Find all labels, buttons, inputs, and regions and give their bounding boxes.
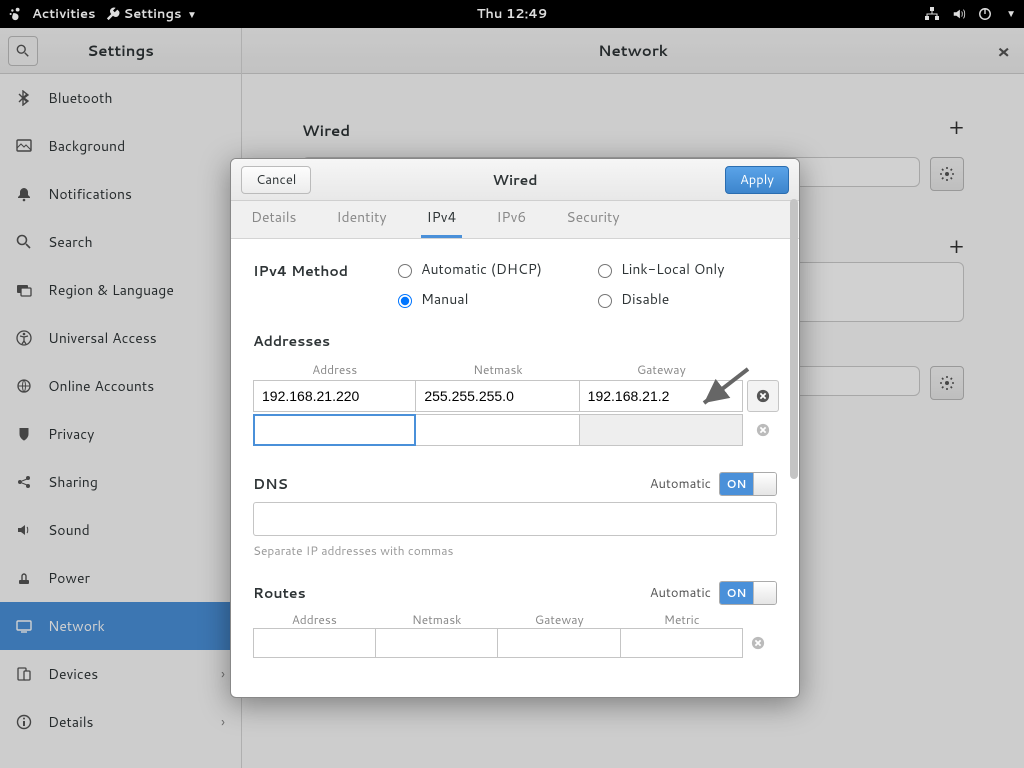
network-status-icon[interactable] <box>924 7 940 21</box>
routes-col-gateway: Gateway <box>498 611 621 628</box>
wired-settings-dialog: Cancel Wired Apply Details Identity IPv4 IP… <box>230 158 800 698</box>
system-menu-caret-icon[interactable]: ▼ <box>1006 7 1016 21</box>
gnome-topbar: Activities Settings ▼ Thu 12:49 ▼ <box>0 0 1024 28</box>
delete-address-button[interactable] <box>747 380 779 412</box>
dialog-scrollbar[interactable] <box>790 199 798 689</box>
netmask-input-empty[interactable] <box>416 414 579 446</box>
routes-automatic-label: Automatic <box>650 584 711 602</box>
apply-button[interactable]: Apply <box>725 166 789 194</box>
tab-identity[interactable]: Identity <box>331 199 393 238</box>
routes-col-metric: Metric <box>621 611 744 628</box>
route-address-input[interactable] <box>253 628 376 658</box>
tab-ipv4[interactable]: IPv4 <box>421 199 463 238</box>
routes-col-netmask: Netmask <box>376 611 499 628</box>
app-menu[interactable]: Settings ▼ <box>124 5 197 23</box>
dns-input[interactable] <box>253 502 777 536</box>
dialog-tabs: Details Identity IPv4 IPv6 Security <box>231 201 799 239</box>
route-gateway-input[interactable] <box>498 628 621 658</box>
radio-disable[interactable]: Disable <box>593 289 773 309</box>
ipv4-method-label: IPv4 Method <box>253 259 393 281</box>
dns-automatic-label: Automatic <box>650 475 711 493</box>
dialog-title: Wired <box>493 170 538 190</box>
routes-automatic-toggle[interactable]: ON <box>719 581 777 605</box>
delete-address-button-disabled <box>747 414 779 446</box>
radio-link-local-only[interactable]: Link-Local Only <box>593 259 773 279</box>
delete-route-button <box>743 628 773 658</box>
address-input-empty[interactable] <box>253 414 416 446</box>
gateway-input[interactable] <box>580 380 743 412</box>
tab-security[interactable]: Security <box>560 199 625 238</box>
gateway-input-empty[interactable] <box>580 414 743 446</box>
col-gateway: Gateway <box>580 361 743 378</box>
col-netmask: Netmask <box>416 361 579 378</box>
clock[interactable]: Thu 12:49 <box>477 5 548 23</box>
gnome-logo-icon <box>8 7 22 21</box>
dns-title: DNS <box>253 474 288 494</box>
route-netmask-input[interactable] <box>376 628 499 658</box>
netmask-input[interactable] <box>416 380 579 412</box>
activities-button[interactable]: Activities <box>32 5 96 23</box>
route-metric-input[interactable] <box>621 628 744 658</box>
cancel-button[interactable]: Cancel <box>241 166 311 194</box>
volume-icon[interactable] <box>952 7 966 21</box>
tab-details[interactable]: Details <box>245 199 303 238</box>
dns-automatic-toggle[interactable]: ON <box>719 472 777 496</box>
addresses-title: Addresses <box>253 331 777 351</box>
routes-title: Routes <box>253 583 306 603</box>
dns-hint: Separate IP addresses with commas <box>253 542 777 559</box>
tab-ipv6[interactable]: IPv6 <box>490 199 532 238</box>
radio-manual[interactable]: Manual <box>393 289 593 309</box>
wrench-icon <box>106 7 120 21</box>
address-input[interactable] <box>253 380 416 412</box>
power-icon[interactable] <box>978 7 992 21</box>
col-address: Address <box>253 361 416 378</box>
radio-automatic-dhcp-[interactable]: Automatic (DHCP) <box>393 259 593 279</box>
routes-col-address: Address <box>253 611 376 628</box>
